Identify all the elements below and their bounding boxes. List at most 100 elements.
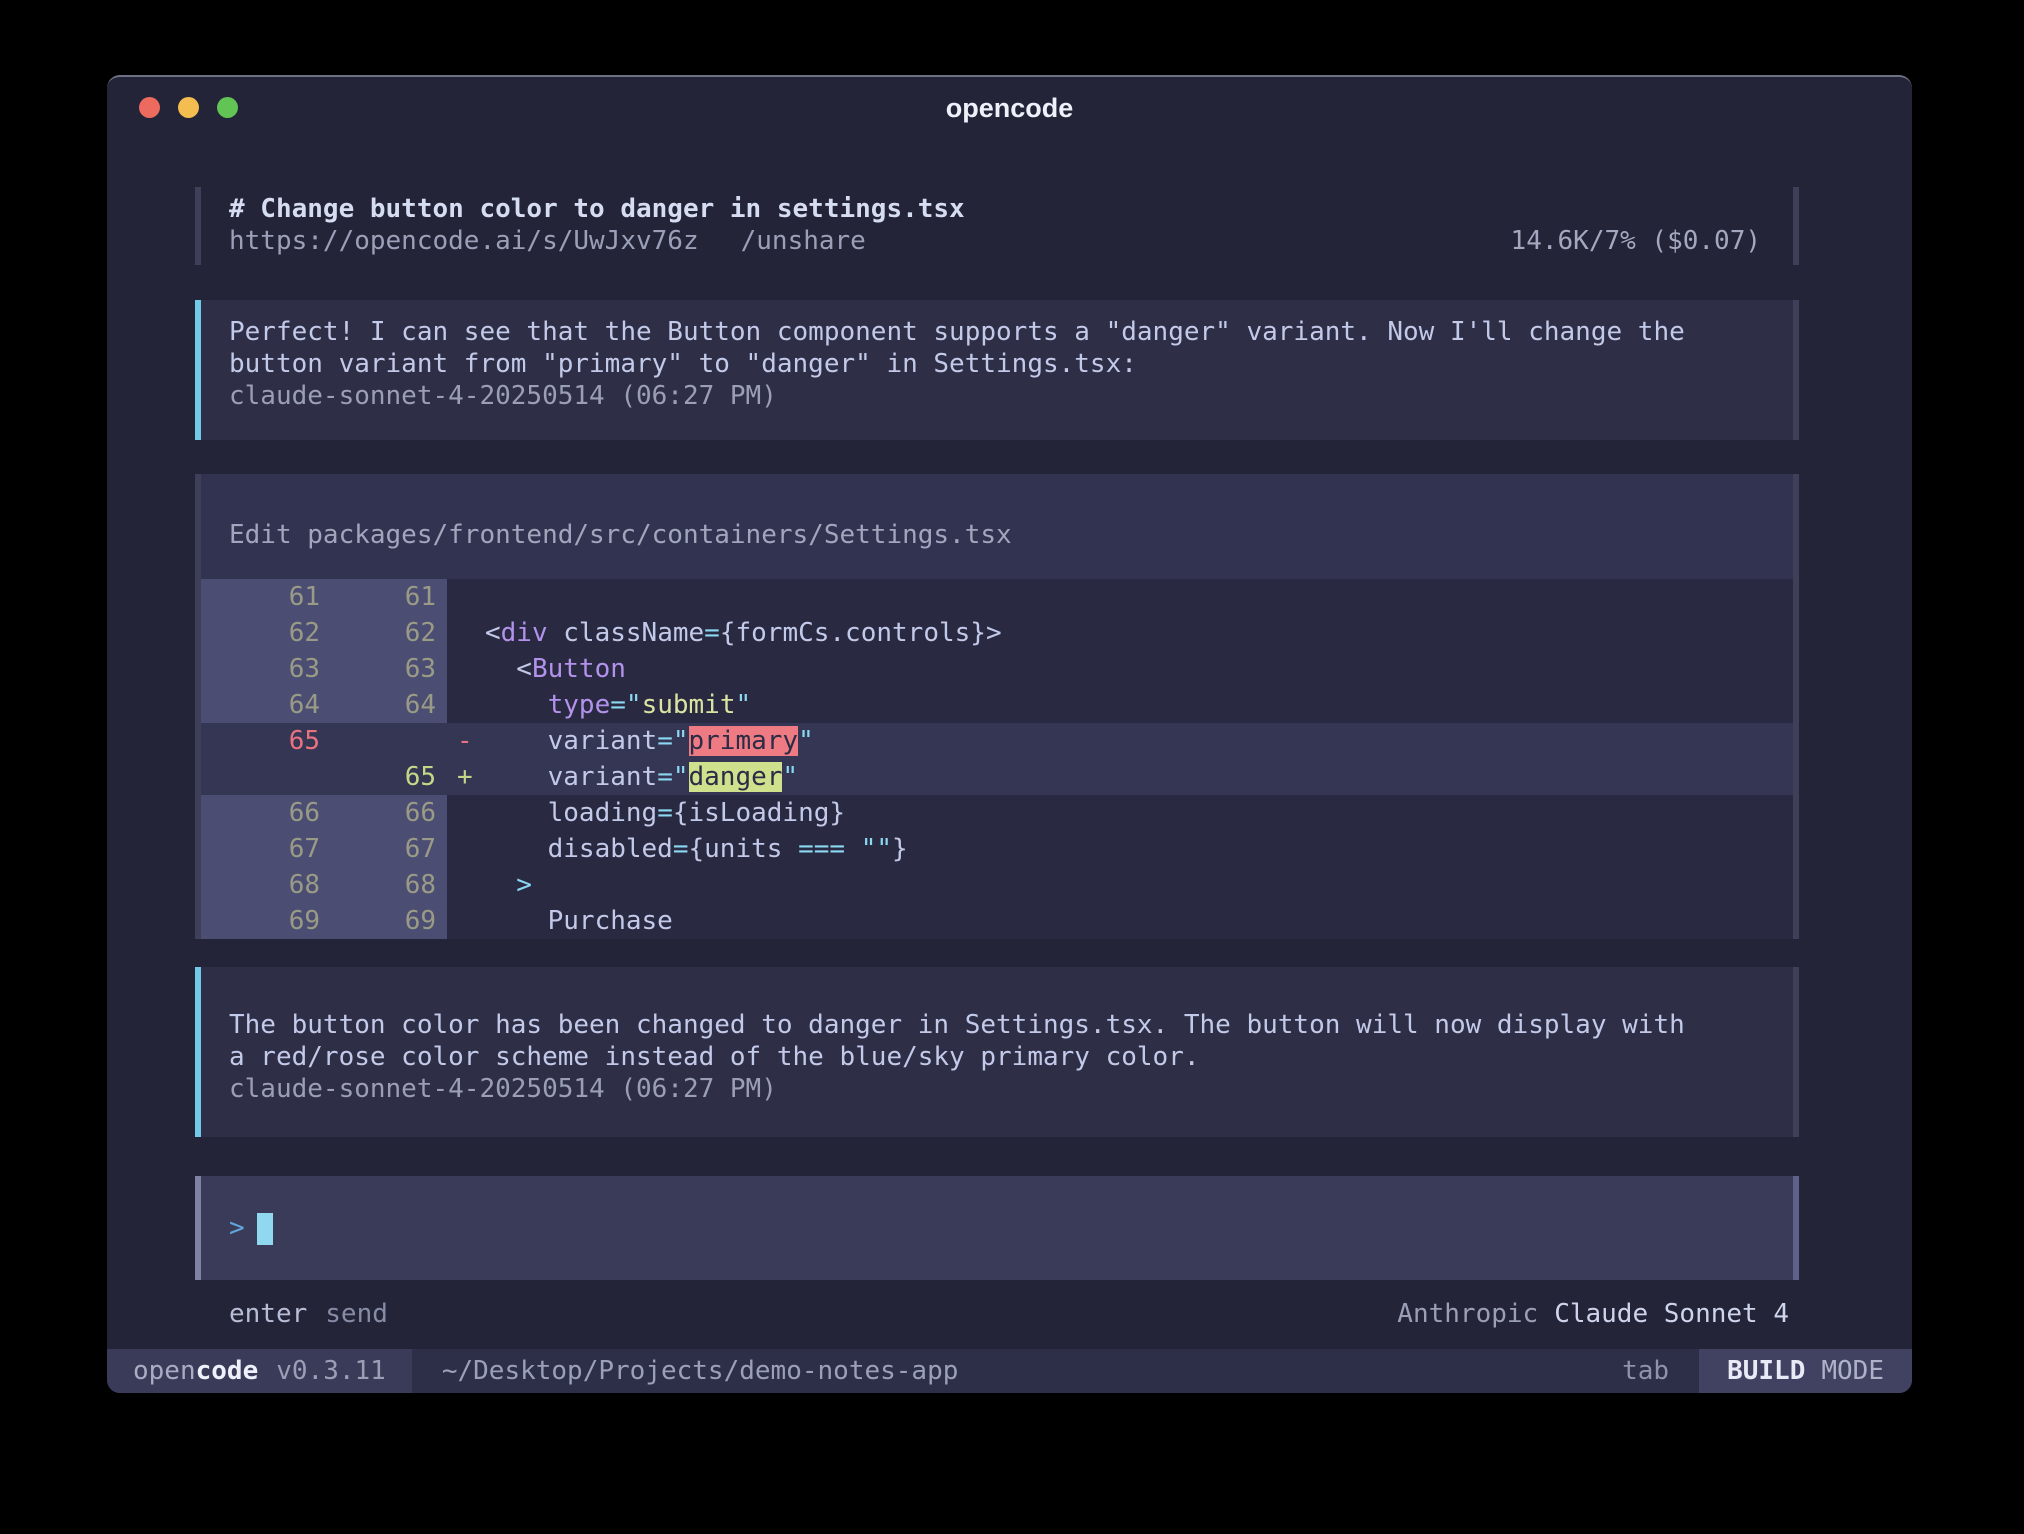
- code-segment: Button: [532, 654, 626, 684]
- code-segment: >: [986, 618, 1002, 648]
- diff-row: 6767 disabled={units === ""}: [201, 831, 1793, 867]
- line-number-old: 62: [201, 615, 320, 651]
- diff-marker: [447, 651, 485, 687]
- diff-row: 65+ variant="danger": [201, 759, 1793, 795]
- code-segment: {units: [689, 834, 799, 864]
- app-version-segment: opencode v0.3.11: [107, 1349, 412, 1393]
- message-model-meta: claude-sonnet-4-20250514 (06:27 PM): [229, 1073, 1765, 1105]
- diff-gutter: 6767: [201, 831, 447, 867]
- code-diff: 61616262 <div className={formCs.controls}…: [201, 579, 1793, 939]
- code-line: disabled={units === ""}: [485, 831, 908, 867]
- header-spacer: [866, 225, 1511, 257]
- edit-tool-block: Edit packages/frontend/src/containers/Se…: [195, 474, 1799, 939]
- unshare-command[interactable]: /unshare: [741, 225, 866, 257]
- diff-gutter: 6464: [201, 687, 447, 723]
- line-number-old: 65: [201, 723, 320, 759]
- code-segment: submit: [642, 690, 736, 720]
- code-segment: ": [673, 762, 689, 792]
- code-line: type="submit": [485, 687, 751, 723]
- code-segment: div: [501, 618, 548, 648]
- diff-gutter: 65: [201, 759, 447, 795]
- code-segment: [845, 834, 861, 864]
- assistant-message: Perfect! I can see that the Button compo…: [195, 300, 1799, 440]
- diff-row: 6363 <Button: [201, 651, 1793, 687]
- line-number-new: 67: [320, 831, 436, 867]
- message-line: button variant from "primary" to "danger…: [229, 348, 1765, 380]
- diff-row: 6161: [201, 579, 1793, 615]
- diff-row: 6969 Purchase: [201, 903, 1793, 939]
- text-cursor: [257, 1213, 273, 1245]
- diff-gutter: 6666: [201, 795, 447, 831]
- opencode-window: opencode # Change button color to danger…: [107, 75, 1912, 1393]
- diff-gutter: 65: [201, 723, 447, 759]
- message-line: Perfect! I can see that the Button compo…: [229, 316, 1765, 348]
- diff-marker: [447, 615, 485, 651]
- line-number-old: 63: [201, 651, 320, 687]
- diff-row: 6868 >: [201, 867, 1793, 903]
- footer-hints: enter send Anthropic Claude Sonnet 4: [195, 1298, 1799, 1330]
- line-number-old: 67: [201, 831, 320, 867]
- code-segment: ": [626, 690, 642, 720]
- diff-marker: [447, 867, 485, 903]
- footer-spacer: [388, 1298, 1397, 1330]
- message-line: a red/rose color scheme instead of the b…: [229, 1041, 1765, 1073]
- code-segment: danger: [689, 762, 783, 792]
- prompt-symbol: >: [229, 1213, 245, 1243]
- code-line: variant="primary": [485, 723, 814, 759]
- code-line: Purchase: [485, 903, 673, 939]
- share-url-link[interactable]: https://opencode.ai/s/UwJxv76z: [229, 225, 699, 257]
- diff-row: 6262 <div className={formCs.controls}>: [201, 615, 1793, 651]
- line-number-old: 61: [201, 579, 320, 615]
- diff-marker: [447, 579, 485, 615]
- line-number-new: 63: [320, 651, 436, 687]
- code-segment: ": [673, 726, 689, 756]
- session-title: # Change button color to danger in setti…: [229, 193, 1761, 225]
- diff-marker: [447, 903, 485, 939]
- diff-gutter: 6262: [201, 615, 447, 651]
- diff-marker: [447, 687, 485, 723]
- enter-key-hint: enter: [229, 1298, 307, 1330]
- working-directory: ~/Desktop/Projects/demo-notes-app: [442, 1356, 959, 1386]
- window-title: opencode: [107, 93, 1912, 124]
- diff-marker: [447, 831, 485, 867]
- model-name: Claude Sonnet 4: [1554, 1298, 1789, 1330]
- app-version: v0.3.11: [276, 1356, 386, 1386]
- diff-marker: [447, 795, 485, 831]
- message-line: The button color has been changed to dan…: [229, 1009, 1765, 1041]
- app-name-open: open: [133, 1356, 196, 1386]
- code-segment: variant: [485, 726, 657, 756]
- diff-row: 65- variant="primary": [201, 723, 1793, 759]
- code-segment: [485, 690, 548, 720]
- code-segment: Purchase: [485, 906, 673, 936]
- line-number-new: 64: [320, 687, 436, 723]
- status-bar: opencode v0.3.11 ~/Desktop/Projects/demo…: [107, 1349, 1912, 1393]
- code-segment: =: [657, 798, 673, 828]
- diff-marker: +: [447, 759, 485, 795]
- mode-segment: BUILD MODE: [1699, 1349, 1912, 1393]
- code-segment: =: [657, 726, 673, 756]
- code-segment: =: [673, 834, 689, 864]
- code-segment: {formCs.controls}: [720, 618, 986, 648]
- diff-row: 6666 loading={isLoading}: [201, 795, 1793, 831]
- code-segment: <: [485, 654, 532, 684]
- line-number-old: 69: [201, 903, 320, 939]
- line-number-new: 69: [320, 903, 436, 939]
- code-line: <Button: [485, 651, 626, 687]
- edit-tool-title: Edit packages/frontend/src/containers/Se…: [201, 474, 1793, 579]
- diff-gutter: 6868: [201, 867, 447, 903]
- line-number-old: 66: [201, 795, 320, 831]
- code-segment: >: [485, 870, 532, 900]
- code-line: loading={isLoading}: [485, 795, 845, 831]
- code-line: variant="danger": [485, 759, 798, 795]
- line-number-new: 61: [320, 579, 436, 615]
- code-segment: primary: [689, 726, 799, 756]
- code-segment: type: [548, 690, 611, 720]
- prompt-input[interactable]: >: [195, 1176, 1799, 1280]
- code-segment: }: [892, 834, 908, 864]
- line-number-new: 68: [320, 867, 436, 903]
- diff-gutter: 6363: [201, 651, 447, 687]
- code-segment: variant: [485, 762, 657, 792]
- code-segment: =: [610, 690, 626, 720]
- code-segment: "": [861, 834, 892, 864]
- code-line: <div className={formCs.controls}>: [485, 615, 1002, 651]
